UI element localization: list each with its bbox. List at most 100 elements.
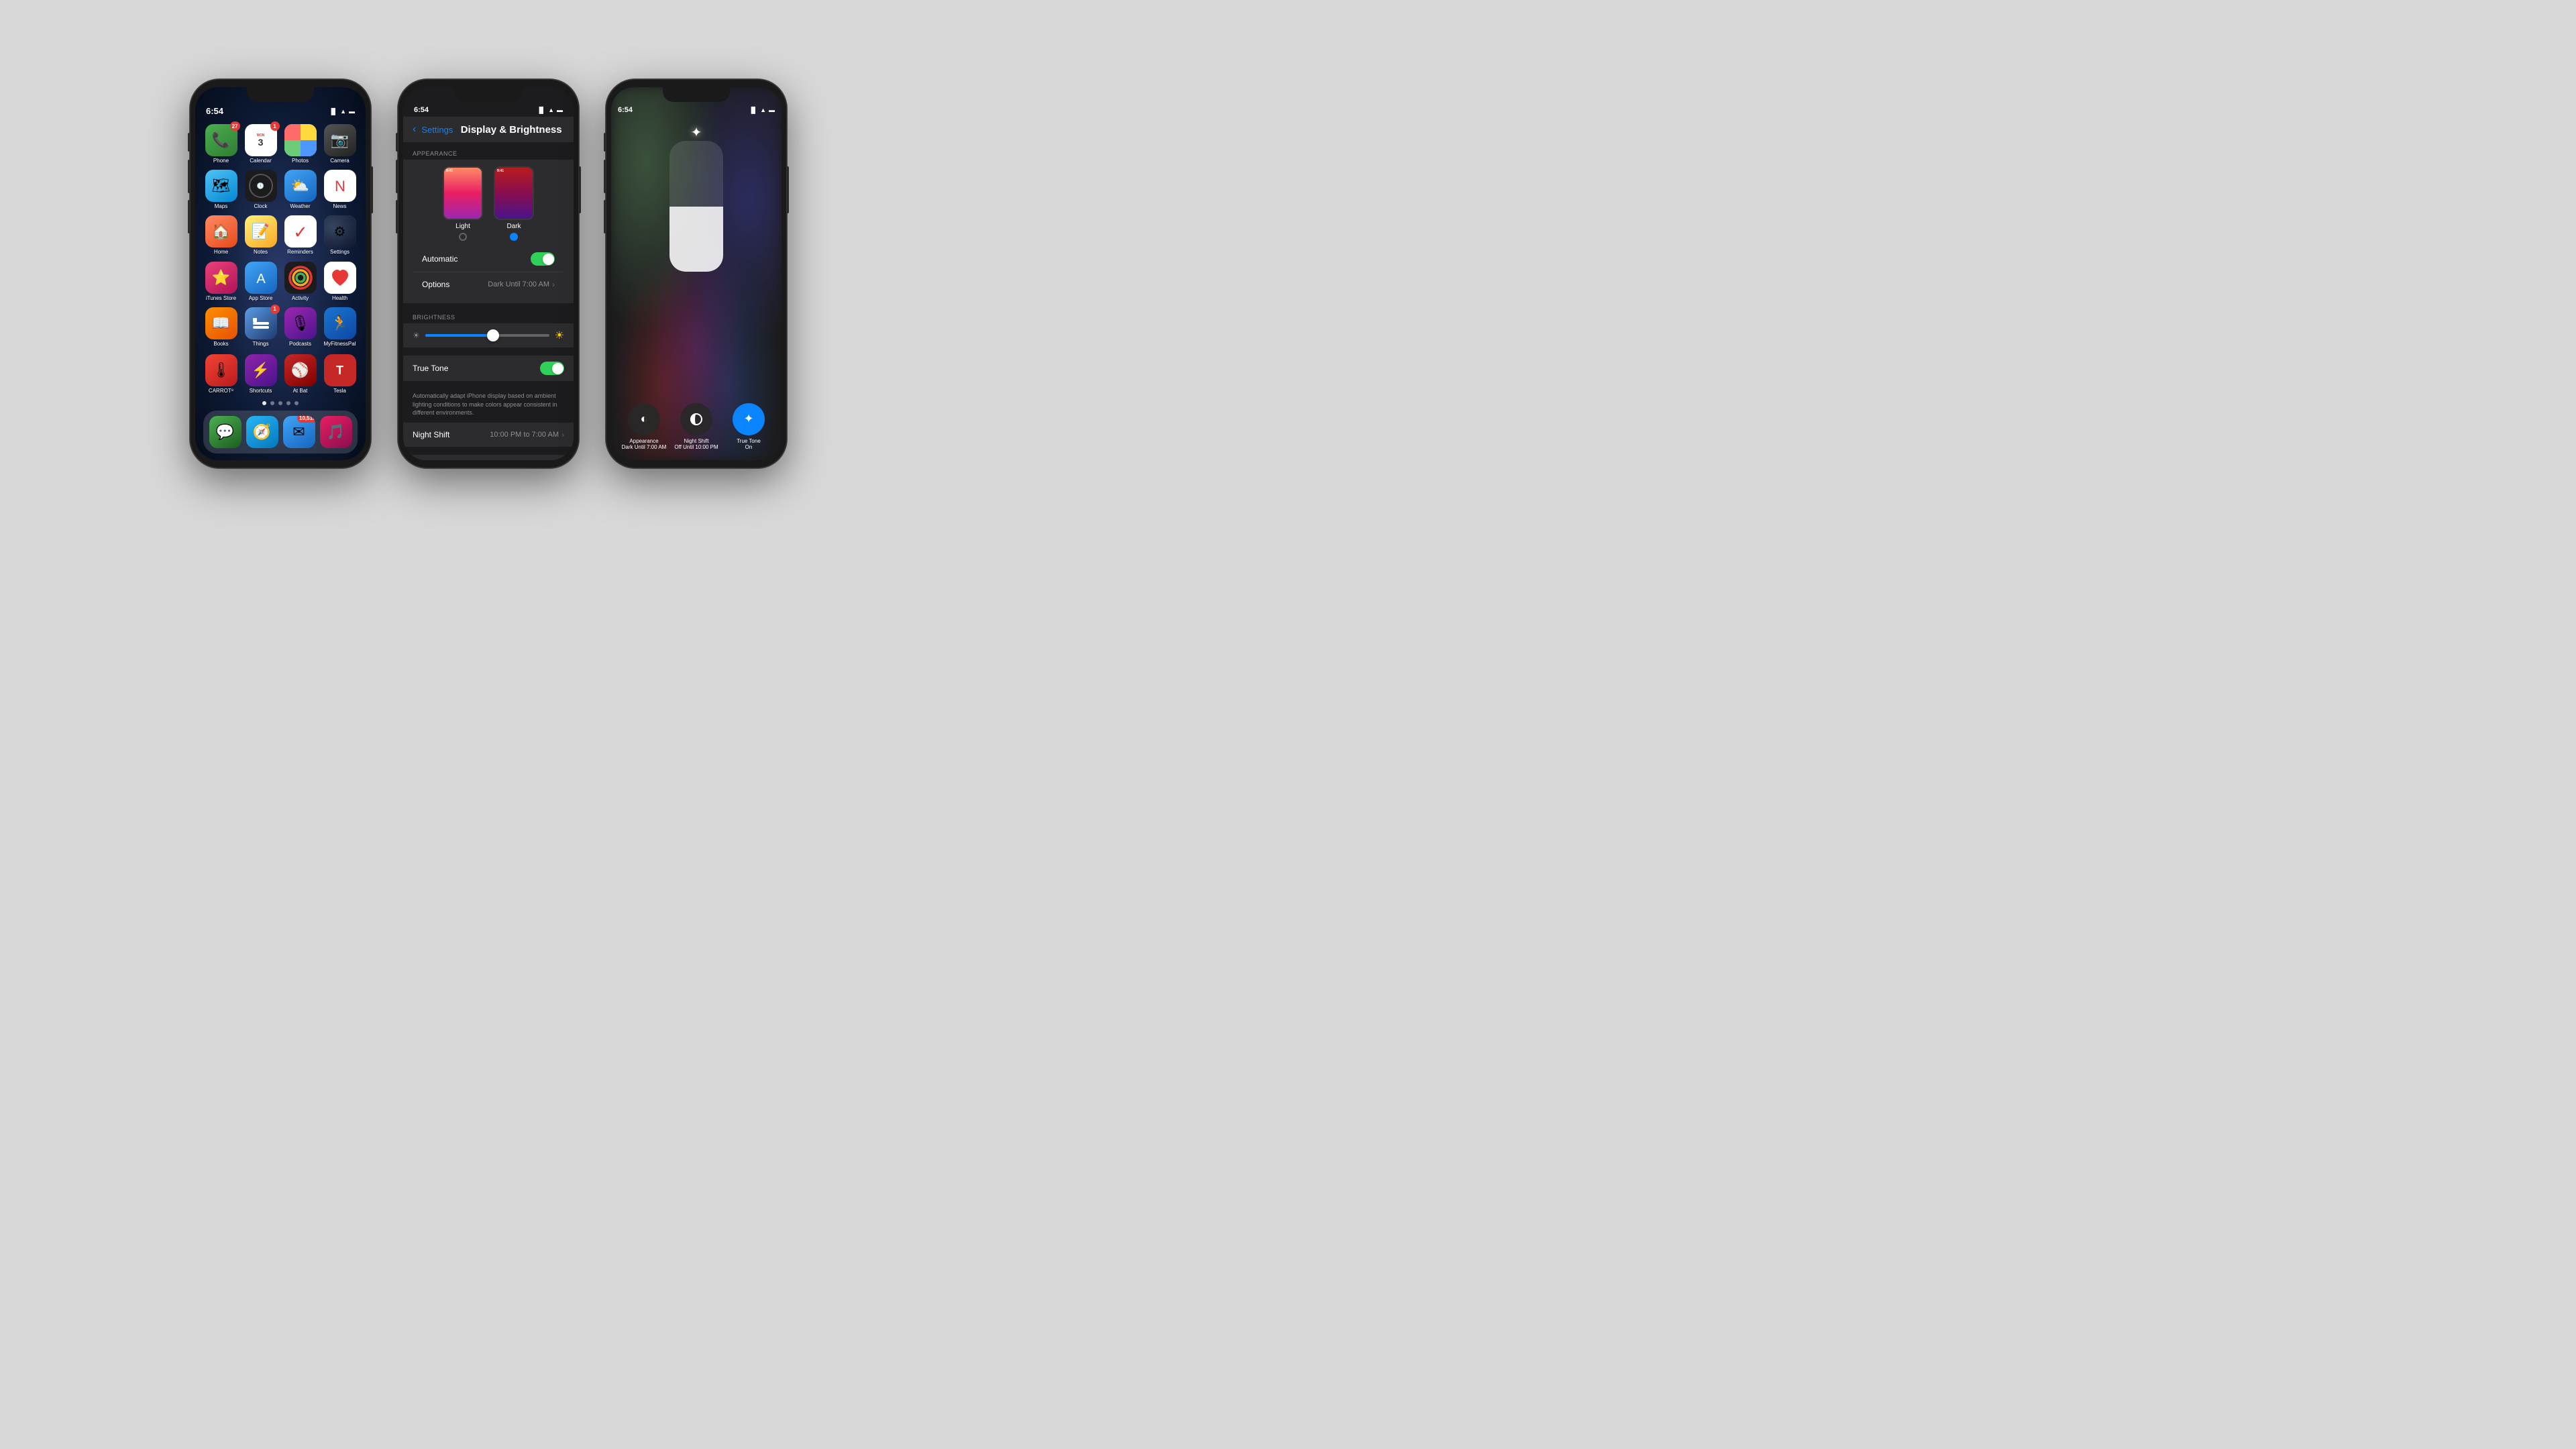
true-tone-group: True Tone bbox=[403, 356, 574, 381]
things-label: Things bbox=[252, 341, 268, 347]
back-button[interactable]: Settings bbox=[421, 125, 453, 135]
app-notes[interactable]: 📝 Notes bbox=[243, 215, 278, 257]
app-appstore[interactable]: A App Store bbox=[243, 262, 278, 303]
appearance-icon: ◐ bbox=[628, 403, 660, 435]
night-shift-label: Night ShiftOff Until 10:00 PM bbox=[674, 438, 718, 451]
app-settings[interactable]: ⚙ Settings bbox=[322, 215, 358, 257]
app-weather[interactable]: ⛅ Weather bbox=[282, 170, 318, 211]
app-activity[interactable]: Activity bbox=[282, 262, 318, 303]
photos-label: Photos bbox=[292, 158, 309, 164]
app-maps[interactable]: 🗺 Maps bbox=[203, 170, 239, 211]
iphone-control-center: 6:54 ▐▌ ▲ ▬ ✦ bbox=[606, 79, 787, 468]
true-tone-label: True Tone bbox=[413, 364, 540, 373]
app-health[interactable]: Health bbox=[322, 262, 358, 303]
dark-label: Dark bbox=[506, 223, 521, 230]
home-label: Home bbox=[214, 250, 228, 256]
light-thumb: 9:41 bbox=[443, 166, 483, 220]
camera-icon: 📷 bbox=[324, 124, 356, 156]
itunes-icon: ⭐ bbox=[205, 262, 237, 294]
true-tone-toggle[interactable] bbox=[540, 362, 564, 375]
tesla-label: Tesla bbox=[333, 388, 346, 394]
night-shift-chevron-icon: › bbox=[561, 430, 564, 439]
app-things[interactable]: 1 Things bbox=[243, 307, 278, 349]
appearance-section-label: APPEARANCE bbox=[403, 148, 574, 160]
activity-icon bbox=[284, 262, 317, 294]
true-tone-note: Automatically adapt iPhone display based… bbox=[403, 389, 574, 423]
settings-overlay: ⚙ bbox=[324, 215, 356, 248]
news-icon: N bbox=[324, 170, 356, 202]
dock-mail[interactable]: ✉ 10,510 bbox=[282, 416, 315, 448]
cc-brightness-fill bbox=[669, 207, 723, 272]
brightness-section: ☀ ☀ bbox=[403, 323, 574, 347]
app-phone[interactable]: 📞 27 Phone bbox=[203, 124, 239, 166]
podcasts-icon: 🎙 bbox=[284, 307, 317, 339]
notch bbox=[247, 87, 314, 102]
cc-appearance-button[interactable]: ◐ AppearanceDark Until 7:00 AM bbox=[621, 403, 667, 451]
things-badge: 1 bbox=[270, 305, 280, 314]
settings-body: APPEARANCE 9:41 Light bbox=[403, 142, 574, 460]
cc-brightness-slider[interactable] bbox=[669, 141, 723, 272]
app-news[interactable]: N News bbox=[322, 170, 358, 211]
app-photos[interactable]: Photos bbox=[282, 124, 318, 166]
app-clock[interactable]: 🕔 Clock bbox=[243, 170, 278, 211]
dark-radio bbox=[510, 233, 518, 241]
dock-messages[interactable]: 💬 bbox=[209, 416, 241, 448]
phone-label: Phone bbox=[213, 158, 229, 164]
myfitpal-label: MyFitnessPal bbox=[323, 341, 356, 347]
app-podcasts[interactable]: 🎙 Podcasts bbox=[282, 307, 318, 349]
shortcuts-icon: ⚡ bbox=[245, 354, 277, 386]
app-calendar[interactable]: MON 3 1 Calendar bbox=[243, 124, 278, 166]
app-myfitpal[interactable]: 🏃 MyFitnessPal bbox=[322, 307, 358, 349]
settings-status-icons: ▐▌ ▲ ▬ bbox=[537, 106, 563, 114]
light-mode-option[interactable]: 9:41 Light bbox=[443, 166, 483, 241]
phone-badge: 27 bbox=[230, 121, 240, 131]
settings-screen: 6:54 ▐▌ ▲ ▬ ‹ Settings Display & Brightn… bbox=[403, 87, 574, 460]
dock-safari[interactable]: 🧭 bbox=[246, 416, 278, 448]
dark-mode-option[interactable]: 9:41 Dark bbox=[494, 166, 534, 241]
automatic-toggle[interactable] bbox=[531, 252, 555, 266]
cc-sun-container: ✦ bbox=[691, 124, 702, 141]
app-reminders[interactable]: ✓ Reminders bbox=[282, 215, 318, 257]
dark-time: 9:41 bbox=[497, 169, 531, 173]
brightness-low-icon: ☀ bbox=[413, 331, 420, 340]
cc-time: 6:54 bbox=[618, 106, 633, 114]
brightness-track[interactable] bbox=[425, 334, 549, 337]
svg-text:✓: ✓ bbox=[293, 222, 308, 242]
carrot-label: CARROT⁸ bbox=[209, 388, 233, 394]
app-shortcuts[interactable]: ⚡ Shortcuts bbox=[243, 354, 278, 394]
dot-1 bbox=[262, 401, 266, 405]
automatic-row[interactable]: Automatic bbox=[413, 246, 564, 272]
night-shift-row[interactable]: Night Shift 10:00 PM to 7:00 AM › bbox=[403, 423, 574, 447]
app-grid: 📞 27 Phone MON 3 1 bbox=[195, 119, 366, 354]
app-carrot[interactable]: 🌡 CARROT⁸ bbox=[203, 354, 239, 394]
dock-music[interactable]: 🎵 bbox=[319, 416, 352, 448]
app-camera[interactable]: 📷 Camera bbox=[322, 124, 358, 166]
app-home[interactable]: 🏠 Home bbox=[203, 215, 239, 257]
wifi-icon: ▲ bbox=[340, 108, 346, 115]
camera-label: Camera bbox=[330, 158, 349, 164]
home-icon: 🏠 bbox=[205, 215, 237, 248]
clock-label: Clock bbox=[254, 204, 267, 210]
news-label: News bbox=[333, 204, 346, 210]
options-row[interactable]: Options Dark Until 7:00 AM › bbox=[413, 272, 564, 297]
cc-true-tone-button[interactable]: ✦ True ToneOn bbox=[725, 403, 772, 451]
app-atbat[interactable]: ⚾ At Bat bbox=[282, 354, 318, 394]
true-tone-row[interactable]: True Tone bbox=[403, 356, 574, 381]
light-wallpaper: 9:41 bbox=[444, 168, 482, 219]
auto-lock-row[interactable]: Auto-Lock Never › bbox=[403, 455, 574, 460]
mail-badge: 10,510 bbox=[297, 416, 315, 423]
night-shift-value: 10:00 PM to 7:00 AM bbox=[490, 431, 559, 439]
battery-icon: ▬ bbox=[349, 108, 355, 115]
page-dots bbox=[203, 401, 358, 405]
toggle-knob bbox=[552, 363, 564, 374]
app-books[interactable]: 📖 Books bbox=[203, 307, 239, 349]
toggle-knob bbox=[543, 254, 554, 265]
app-itunes[interactable]: ⭐ iTunes Store bbox=[203, 262, 239, 303]
dot-4 bbox=[286, 401, 290, 405]
appearance-options: 9:41 Light 9:41 D bbox=[413, 166, 564, 241]
cc-brightness-widget[interactable] bbox=[669, 141, 723, 272]
safari-icon: 🧭 bbox=[246, 416, 278, 448]
settings-time: 6:54 bbox=[414, 106, 429, 114]
app-tesla[interactable]: T Tesla bbox=[322, 354, 358, 394]
cc-night-shift-button[interactable]: Night ShiftOff Until 10:00 PM bbox=[673, 403, 720, 451]
